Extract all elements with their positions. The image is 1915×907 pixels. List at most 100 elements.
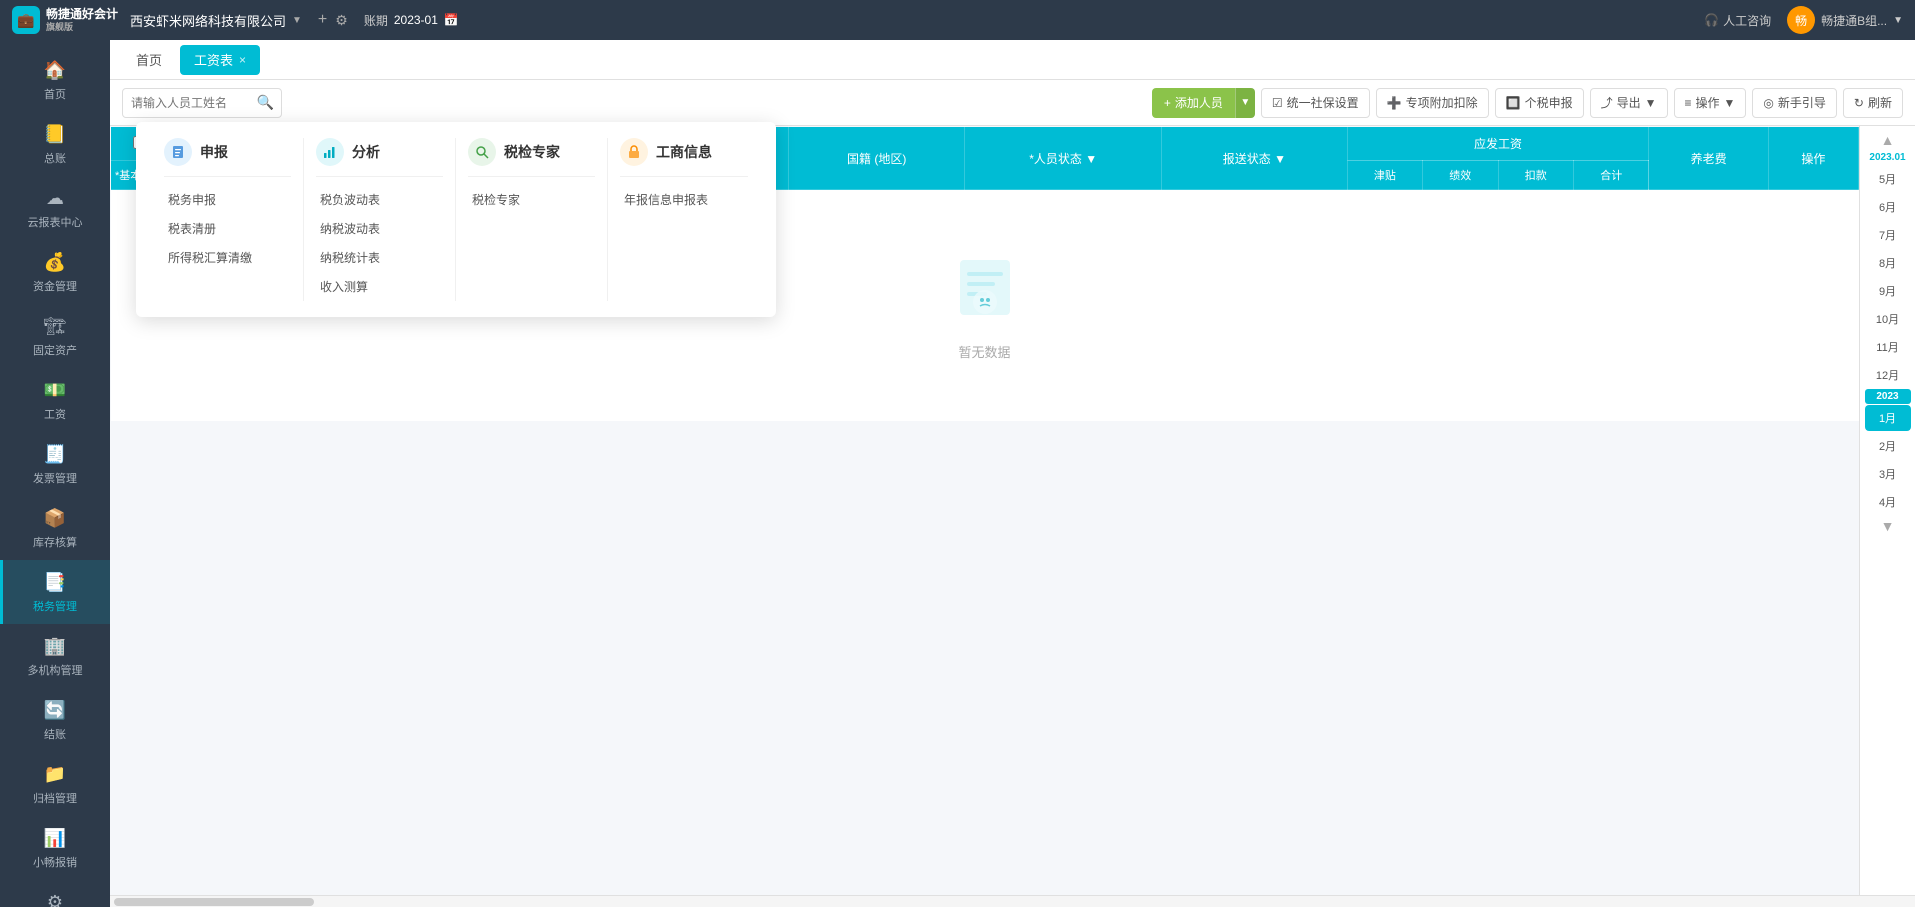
settle-icon: 🔄: [43, 698, 67, 722]
cal-month-12[interactable]: 12月: [1865, 362, 1911, 388]
sidebar-label-archive: 归档管理: [33, 790, 77, 806]
salary-table: 工号 * 姓名 *部门 *证照类型 *证照号码 国籍 (地区) *人员状态 ▼ …: [110, 126, 1859, 421]
content-area: 首页 工资表 × 🔍 + 添加人员 ▼: [110, 40, 1915, 907]
sidebar-item-salary[interactable]: 💵 工资: [0, 368, 110, 432]
sidebar-label-inventory: 库存核算: [33, 534, 77, 550]
add-employee-btn[interactable]: + 添加人员: [1152, 88, 1235, 118]
sidebar-item-invoice[interactable]: 🧾 发票管理: [0, 432, 110, 496]
sidebar-label-ledger: 总账: [44, 150, 66, 166]
refresh-btn[interactable]: ↻ 刷新: [1843, 88, 1903, 118]
th-checkbox[interactable]: [111, 127, 168, 161]
support-btn[interactable]: 🎧 人工咨询: [1704, 12, 1771, 29]
sidebar-item-basic[interactable]: ⚙ 基础设置: [0, 880, 110, 907]
period-info: 账期 2023-01 📅: [364, 12, 459, 29]
special-deduction-btn[interactable]: ➕ 专项附加扣除: [1376, 88, 1489, 118]
export-btn[interactable]: ⤴ 导出 ▼: [1590, 88, 1668, 118]
cal-year-2023-top: 2023.01: [1869, 150, 1905, 165]
tab-salary[interactable]: 工资表 ×: [180, 45, 260, 75]
sidebar-item-mini[interactable]: 📊 小畅报销: [0, 816, 110, 880]
tab-close-btn[interactable]: ×: [239, 53, 246, 67]
period-value: 2023-01: [394, 13, 438, 27]
sidebar-label-salary: 工资: [44, 406, 66, 422]
cal-month-1-current[interactable]: 1月: [1865, 405, 1911, 431]
calendar-panel: ▲ 2023.01 5月 6月 7月 8月 9月 10月 11月 12月 202…: [1859, 126, 1915, 895]
avatar: 畅: [1787, 6, 1815, 34]
add-icon: +: [1164, 96, 1171, 110]
sidebar-label-tax: 税务管理: [33, 598, 77, 614]
app-subtitle: 旗舰版: [46, 22, 118, 33]
calendar-icon[interactable]: 📅: [444, 13, 459, 27]
sidebar-item-tax[interactable]: 📑 税务管理: [0, 560, 110, 624]
support-icon: 🎧: [1704, 13, 1719, 27]
sidebar-label-report: 云报表中心: [28, 214, 83, 230]
table-header-row: 工号 * 姓名 *部门 *证照类型 *证照号码 国籍 (地区) *人员状态 ▼ …: [111, 127, 1859, 161]
sidebar-item-archive[interactable]: 📁 归档管理: [0, 752, 110, 816]
cal-month-3[interactable]: 3月: [1865, 461, 1911, 487]
th-cert-type: *证照类型: [469, 127, 629, 190]
top-header: 💼 畅捷通好会计 旗舰版 西安虾米网络科技有限公司 ▼ + ⚙ 账期 2023-…: [0, 0, 1915, 40]
cal-month-8[interactable]: 8月: [1865, 250, 1911, 276]
add-employee-dropdown[interactable]: ▼: [1235, 88, 1255, 118]
active-indicator: [0, 560, 3, 624]
th-status[interactable]: *人员状态 ▼: [965, 127, 1162, 190]
sidebar-label-mini: 小畅报销: [33, 854, 77, 870]
salary-icon: 💵: [43, 378, 67, 402]
search-icon: 🔍: [257, 94, 274, 111]
company-selector[interactable]: 西安虾米网络科技有限公司 ▼: [122, 7, 310, 34]
sidebar-item-inventory[interactable]: 📦 库存核算: [0, 496, 110, 560]
cal-month-10[interactable]: 10月: [1865, 306, 1911, 332]
th-cert-no: *证照号码: [629, 127, 789, 190]
table-calendar-wrapper: 工号 * 姓名 *部门 *证照类型 *证照号码 国籍 (地区) *人员状态 ▼ …: [110, 126, 1915, 895]
user-dropdown-icon: ▼: [1893, 15, 1903, 26]
main-layout: 🏠 首页 📒 总账 ☁ 云报表中心 💰 资金管理 🏗 固定资产 💵 工资 🧾 发…: [0, 40, 1915, 907]
cal-month-4[interactable]: 4月: [1865, 489, 1911, 515]
sidebar-item-settle[interactable]: 🔄 结账: [0, 688, 110, 752]
operation-btn[interactable]: ≡ 操作 ▼: [1674, 88, 1747, 118]
tab-home-label: 首页: [136, 50, 162, 69]
company-name: 西安虾米网络科技有限公司: [130, 11, 286, 30]
sidebar-item-assets[interactable]: 🏗 固定资产: [0, 304, 110, 368]
user-info[interactable]: 畅 畅捷通B组... ▼: [1787, 6, 1903, 34]
add-btn-label: 添加人员: [1175, 94, 1223, 111]
sidebar-item-finance[interactable]: 💰 资金管理: [0, 240, 110, 304]
cal-month-11[interactable]: 11月: [1865, 334, 1911, 360]
header-right: 🎧 人工咨询 畅 畅捷通B组... ▼: [1704, 6, 1903, 34]
th-number: 工号: [168, 127, 258, 190]
scroll-thumb[interactable]: [114, 898, 314, 906]
logo-area: 💼 畅捷通好会计 旗舰版: [12, 6, 122, 34]
select-all-checkbox[interactable]: [133, 136, 146, 149]
settings-icon[interactable]: ⚙: [335, 12, 348, 29]
cal-month-9[interactable]: 9月: [1865, 278, 1911, 304]
sidebar-item-home[interactable]: 🏠 首页: [0, 48, 110, 112]
archive-icon: 📁: [43, 762, 67, 786]
cal-prev-btn[interactable]: ▲: [1878, 130, 1898, 150]
sidebar-item-ledger[interactable]: 📒 总账: [0, 112, 110, 176]
app-title: 畅捷通好会计: [46, 7, 118, 21]
multi-icon: 🏢: [43, 634, 67, 658]
social-security-btn[interactable]: ☑ 统一社保设置: [1261, 88, 1370, 118]
add-btn-group: + 添加人员 ▼: [1152, 88, 1255, 118]
mini-icon: 📊: [43, 826, 67, 850]
export-icon: ⤴: [1601, 94, 1613, 111]
cal-month-5[interactable]: 5月: [1865, 166, 1911, 192]
cal-month-2[interactable]: 2月: [1865, 433, 1911, 459]
social-icon: ☑: [1272, 96, 1283, 110]
th-name: * 姓名: [258, 127, 368, 190]
tax-filing-btn[interactable]: 🔲 个税申报: [1495, 88, 1584, 118]
cal-month-6[interactable]: 6月: [1865, 194, 1911, 220]
sidebar-item-multi[interactable]: 🏢 多机构管理: [0, 624, 110, 688]
scroll-bar[interactable]: [110, 895, 1915, 907]
user-name: 畅捷通B组...: [1821, 12, 1887, 29]
cal-month-7[interactable]: 7月: [1865, 222, 1911, 248]
guide-btn[interactable]: ◎ 新手引导: [1752, 88, 1837, 118]
tab-home[interactable]: 首页: [122, 45, 176, 75]
toolbar: 🔍 + 添加人员 ▼ ☑ 统一社保设置 ➕ 专项附加扣除: [110, 80, 1915, 126]
add-company-btn[interactable]: +: [318, 11, 327, 29]
th-report-status[interactable]: 报送状态 ▼: [1162, 127, 1348, 190]
cal-next-btn[interactable]: ▼: [1878, 516, 1898, 536]
table-body: 暂无数据: [111, 190, 1859, 422]
tax-icon2: 🔲: [1506, 96, 1521, 110]
table-container[interactable]: 工号 * 姓名 *部门 *证照类型 *证照号码 国籍 (地区) *人员状态 ▼ …: [110, 126, 1859, 895]
tab-salary-label: 工资表: [194, 50, 233, 69]
sidebar-item-report[interactable]: ☁ 云报表中心: [0, 176, 110, 240]
